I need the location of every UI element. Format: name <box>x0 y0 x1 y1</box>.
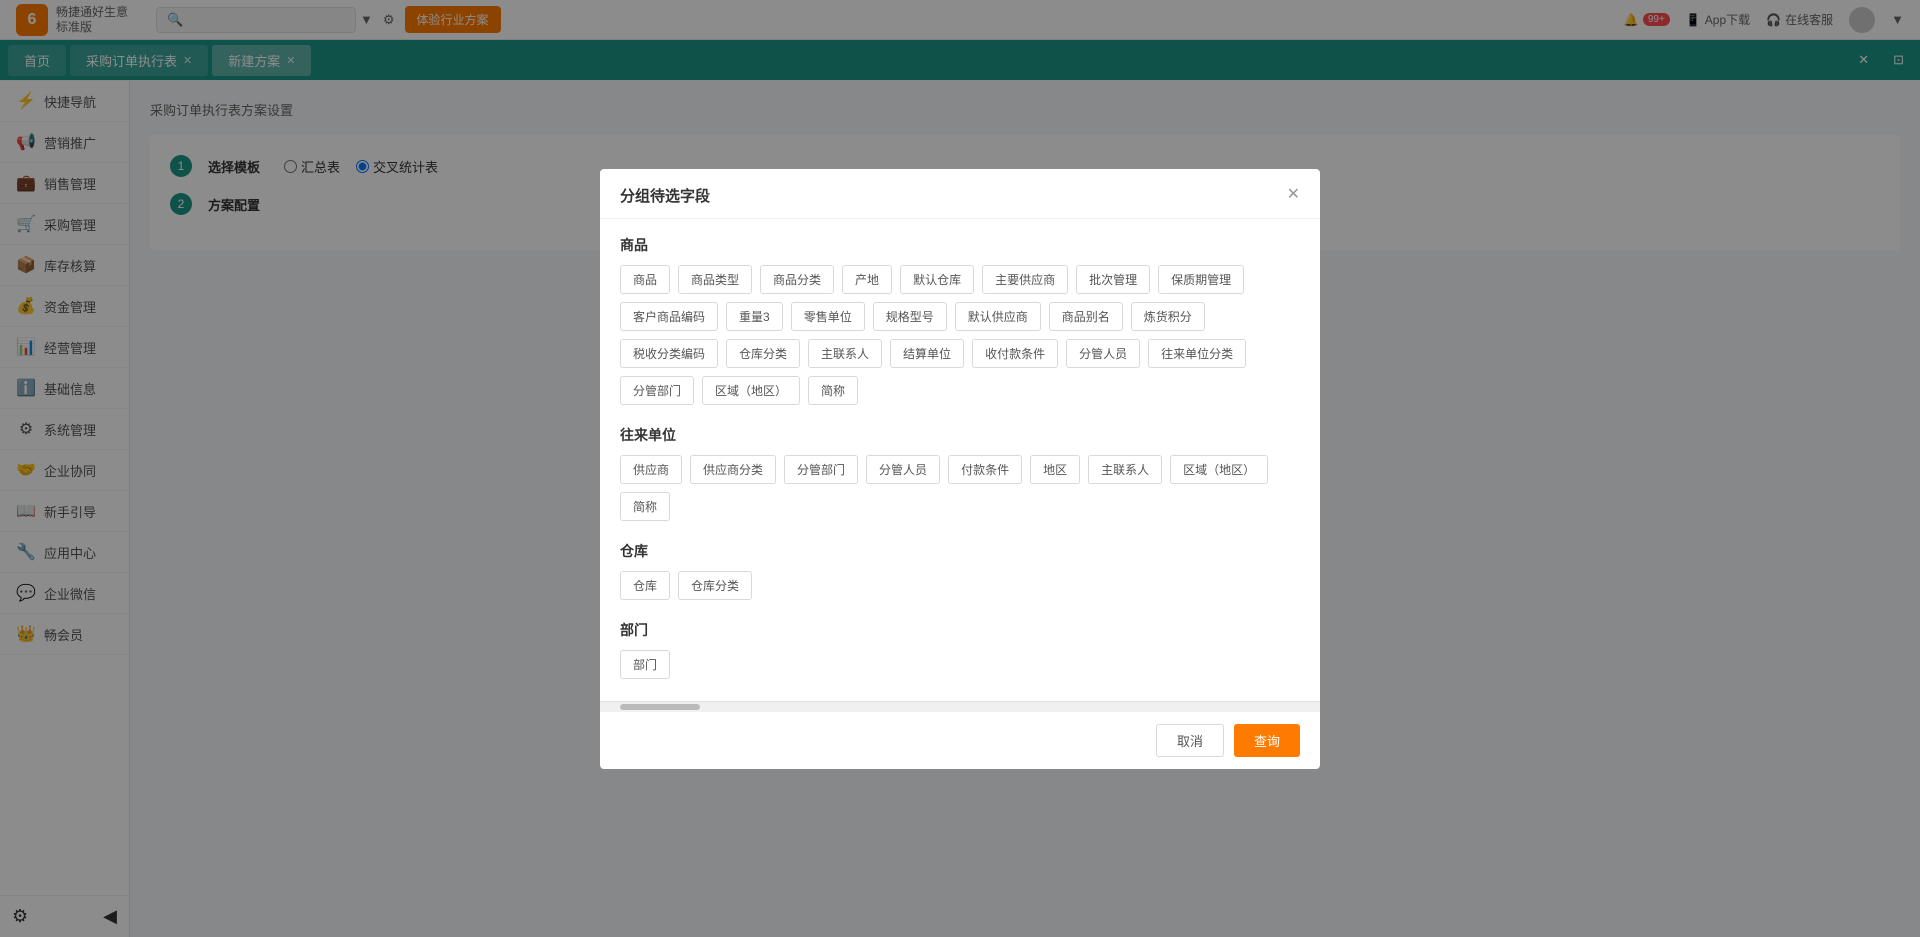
modal-hscroll-thumb <box>620 704 700 710</box>
field-chip-0-1[interactable]: 商品类型 <box>678 265 752 294</box>
cancel-button[interactable]: 取消 <box>1156 724 1224 757</box>
field-chip-1-7[interactable]: 区域（地区） <box>1170 455 1268 484</box>
modal-body: 商品商品商品类型商品分类产地默认仓库主要供应商批次管理保质期管理客户商品编码重量… <box>600 219 1320 701</box>
field-chip-0-16[interactable]: 仓库分类 <box>726 339 800 368</box>
field-chip-1-8[interactable]: 简称 <box>620 492 670 521</box>
field-chips-2: 仓库仓库分类 <box>620 571 1300 600</box>
field-chip-0-15[interactable]: 税收分类编码 <box>620 339 718 368</box>
field-chip-0-10[interactable]: 零售单位 <box>791 302 865 331</box>
field-chip-0-18[interactable]: 结算单位 <box>890 339 964 368</box>
field-chip-0-14[interactable]: 炼货积分 <box>1131 302 1205 331</box>
field-chip-0-12[interactable]: 默认供应商 <box>955 302 1041 331</box>
field-group-title-1: 往来单位 <box>620 425 1300 445</box>
field-chip-0-19[interactable]: 收付款条件 <box>972 339 1058 368</box>
field-group-1: 往来单位供应商供应商分类分管部门分管人员付款条件地区主联系人区域（地区） 简称 <box>620 425 1300 521</box>
field-chip-2-0[interactable]: 仓库 <box>620 571 670 600</box>
field-chip-3-0[interactable]: 部门 <box>620 650 670 679</box>
field-chip-0-22[interactable]: 分管部门 <box>620 376 694 405</box>
field-chip-0-8[interactable]: 客户商品编码 <box>620 302 718 331</box>
field-chips-0: 商品商品类型商品分类产地默认仓库主要供应商批次管理保质期管理客户商品编码重量3 零… <box>620 265 1300 405</box>
field-group-title-3: 部门 <box>620 620 1300 640</box>
field-group-0: 商品商品商品类型商品分类产地默认仓库主要供应商批次管理保质期管理客户商品编码重量… <box>620 235 1300 405</box>
field-chip-1-1[interactable]: 供应商分类 <box>690 455 776 484</box>
field-chip-1-0[interactable]: 供应商 <box>620 455 682 484</box>
field-chip-0-6[interactable]: 批次管理 <box>1076 265 1150 294</box>
field-chip-0-5[interactable]: 主要供应商 <box>982 265 1068 294</box>
field-chip-0-9[interactable]: 重量3 <box>726 302 783 331</box>
modal-footer: 取消 查询 <box>600 711 1320 769</box>
field-chip-1-3[interactable]: 分管人员 <box>866 455 940 484</box>
confirm-button[interactable]: 查询 <box>1234 724 1300 757</box>
field-chip-0-4[interactable]: 默认仓库 <box>900 265 974 294</box>
field-group-2: 仓库仓库仓库分类 <box>620 541 1300 600</box>
field-chip-0-0[interactable]: 商品 <box>620 265 670 294</box>
field-chip-0-11[interactable]: 规格型号 <box>873 302 947 331</box>
modal-title: 分组待选字段 <box>620 185 710 206</box>
field-chip-0-20[interactable]: 分管人员 <box>1066 339 1140 368</box>
field-chip-0-3[interactable]: 产地 <box>842 265 892 294</box>
field-chip-0-2[interactable]: 商品分类 <box>760 265 834 294</box>
field-selection-modal: 分组待选字段 ✕ 商品商品商品类型商品分类产地默认仓库主要供应商批次管理保质期管… <box>600 169 1320 769</box>
field-chips-3: 部门 <box>620 650 1300 679</box>
field-chip-0-24[interactable]: 简称 <box>808 376 858 405</box>
field-chip-1-6[interactable]: 主联系人 <box>1088 455 1162 484</box>
field-chip-0-7[interactable]: 保质期管理 <box>1158 265 1244 294</box>
field-chip-1-4[interactable]: 付款条件 <box>948 455 1022 484</box>
field-chip-0-21[interactable]: 往来单位分类 <box>1148 339 1246 368</box>
modal-horizontal-scrollbar[interactable] <box>600 701 1320 711</box>
field-chip-0-13[interactable]: 商品别名 <box>1049 302 1123 331</box>
field-group-title-2: 仓库 <box>620 541 1300 561</box>
field-chip-2-1[interactable]: 仓库分类 <box>678 571 752 600</box>
field-chip-0-23[interactable]: 区域（地区） <box>702 376 800 405</box>
field-chip-0-17[interactable]: 主联系人 <box>808 339 882 368</box>
modal-header: 分组待选字段 ✕ <box>600 169 1320 219</box>
field-chip-1-2[interactable]: 分管部门 <box>784 455 858 484</box>
field-chips-1: 供应商供应商分类分管部门分管人员付款条件地区主联系人区域（地区） 简称 <box>620 455 1300 521</box>
field-group-title-0: 商品 <box>620 235 1300 255</box>
modal-close-button[interactable]: ✕ <box>1287 187 1300 203</box>
field-chip-1-5[interactable]: 地区 <box>1030 455 1080 484</box>
modal-overlay[interactable]: 分组待选字段 ✕ 商品商品商品类型商品分类产地默认仓库主要供应商批次管理保质期管… <box>0 0 1920 937</box>
field-group-3: 部门部门 <box>620 620 1300 679</box>
